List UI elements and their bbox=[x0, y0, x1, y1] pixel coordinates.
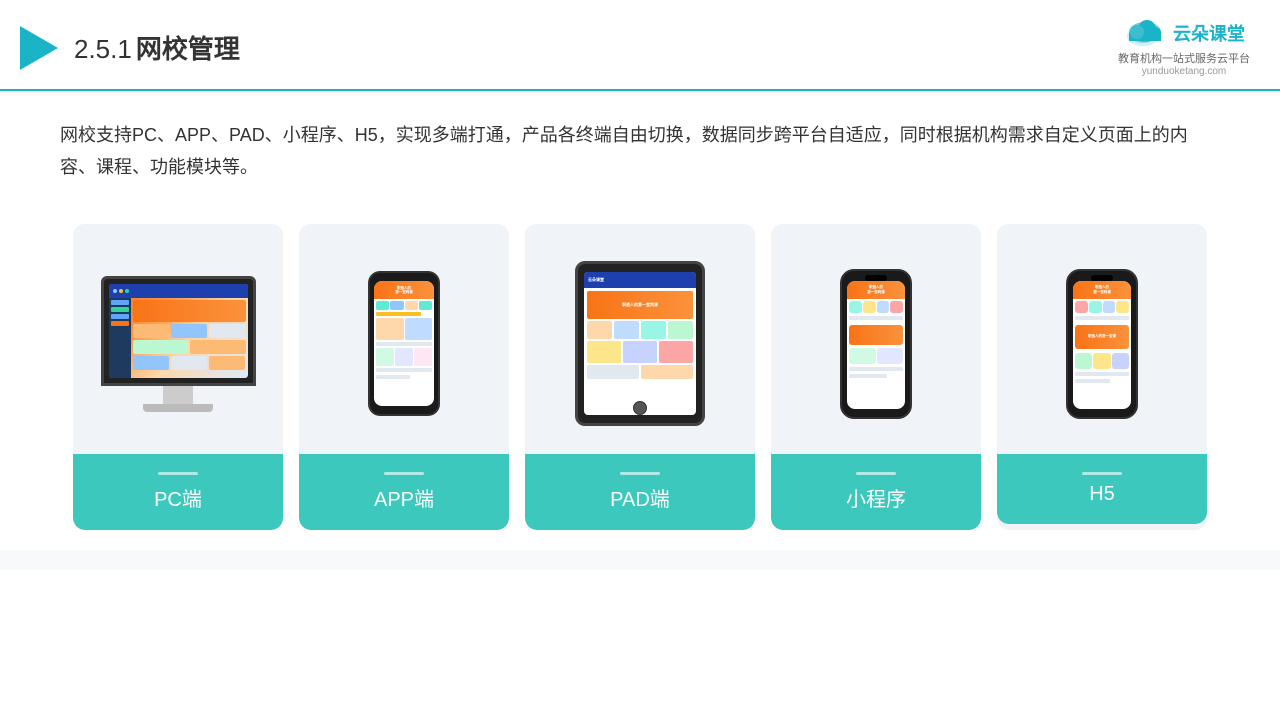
card-pc-image bbox=[73, 224, 283, 454]
logo-triangle-icon bbox=[20, 26, 58, 70]
app-mockup: 职透人的第一堂判课 bbox=[368, 271, 440, 416]
h5-mockup: 职透人的第一堂判课 职透人的第一堂课 bbox=[1066, 269, 1138, 419]
card-h5: 职透人的第一堂判课 职透人的第一堂课 bbox=[997, 224, 1207, 530]
description-text: 网校支持PC、APP、PAD、小程序、H5，实现多端打通，产品各终端自由切换，数… bbox=[0, 91, 1280, 194]
brand-tagline: 教育机构一站式服务云平台 bbox=[1118, 50, 1250, 66]
miniapp-mockup: 职透人的第一堂判课 bbox=[840, 269, 912, 419]
card-miniapp: 职透人的第一堂判课 bbox=[771, 224, 981, 530]
page-title: 2.5.1网校管理 bbox=[74, 29, 240, 66]
brand-url: yunduoketang.com bbox=[1142, 66, 1227, 77]
card-miniapp-label: 小程序 bbox=[771, 454, 981, 530]
brand-logo: 云朵课堂 bbox=[1123, 18, 1245, 48]
pad-mockup: 云朵课堂 职透人的第一堂判课 bbox=[575, 261, 705, 426]
card-h5-image: 职透人的第一堂判课 职透人的第一堂课 bbox=[997, 224, 1207, 454]
card-miniapp-image: 职透人的第一堂判课 bbox=[771, 224, 981, 454]
card-app-image: 职透人的第一堂判课 bbox=[299, 224, 509, 454]
brand-name-text: 云朵课堂 bbox=[1173, 20, 1245, 46]
card-pad: 云朵课堂 职透人的第一堂判课 bbox=[525, 224, 755, 530]
card-pc: PC端 bbox=[73, 224, 283, 530]
card-pc-label: PC端 bbox=[73, 454, 283, 530]
card-pad-label: PAD端 bbox=[525, 454, 755, 530]
card-h5-label: H5 bbox=[997, 454, 1207, 524]
cloud-icon bbox=[1123, 18, 1167, 48]
card-app-label: APP端 bbox=[299, 454, 509, 530]
card-app: 职透人的第一堂判课 bbox=[299, 224, 509, 530]
header-left: 2.5.1网校管理 bbox=[20, 26, 240, 70]
card-pad-image: 云朵课堂 职透人的第一堂判课 bbox=[525, 224, 755, 454]
pc-mockup bbox=[101, 276, 256, 412]
brand-logo-area: 云朵课堂 教育机构一站式服务云平台 yunduoketang.com bbox=[1118, 18, 1250, 77]
page-header: 2.5.1网校管理 云朵课堂 教育机构一站式服务云平台 yunduoketang… bbox=[0, 0, 1280, 91]
platform-cards: PC端 职透人的第一堂判课 bbox=[0, 194, 1280, 550]
bottom-bar bbox=[0, 550, 1280, 570]
